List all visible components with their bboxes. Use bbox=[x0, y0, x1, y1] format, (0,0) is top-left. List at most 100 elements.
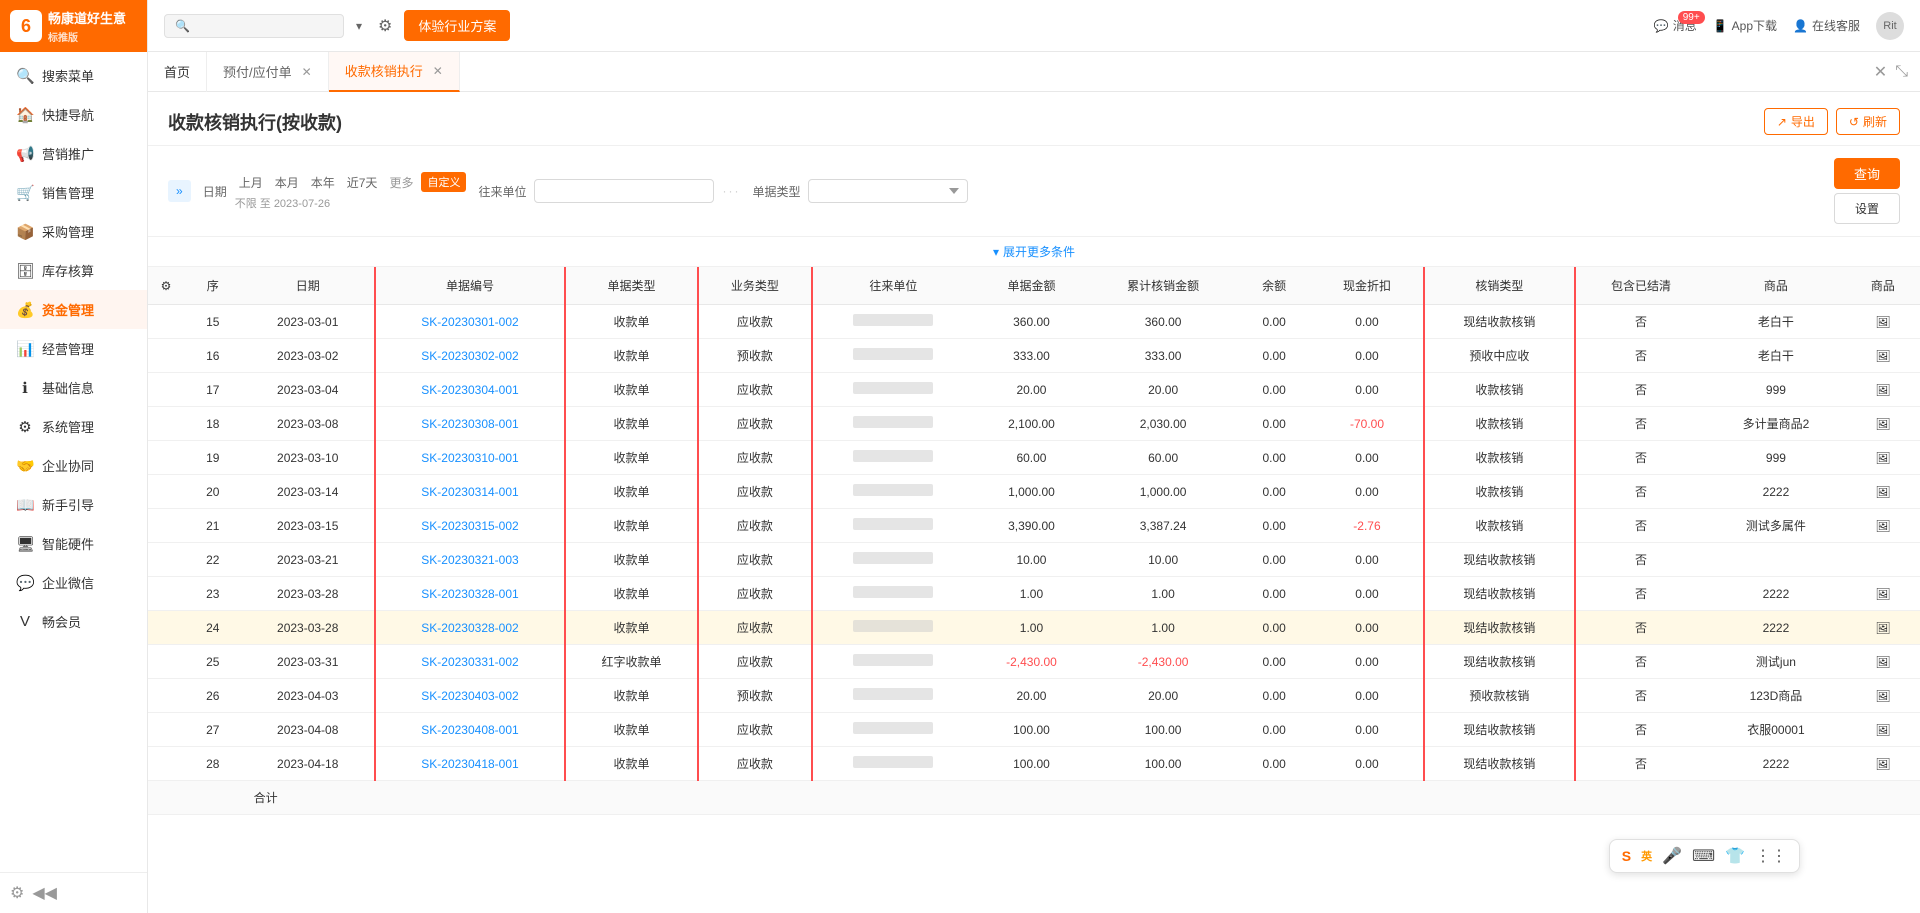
ime-shirt-icon[interactable]: 👕 bbox=[1725, 846, 1745, 866]
table-cell[interactable]: SK-20230308-001 bbox=[375, 407, 565, 441]
table-cell[interactable]: SK-20230314-001 bbox=[375, 475, 565, 509]
sidebar-item-basic[interactable]: ℹ 基础信息 bbox=[0, 368, 147, 407]
table-cell: 🖼 bbox=[1846, 373, 1920, 407]
table-cell: 0.00 bbox=[1311, 305, 1424, 339]
date-this-year[interactable]: 本年 bbox=[307, 172, 339, 193]
voucher-no-link[interactable]: SK-20230315-002 bbox=[421, 519, 518, 533]
voucher-no-link[interactable]: SK-20230308-001 bbox=[421, 417, 518, 431]
topbar-app-download[interactable]: 📱 App下载 bbox=[1713, 17, 1777, 34]
sidebar-item-guide[interactable]: 📖 新手引导 bbox=[0, 485, 147, 524]
sidebar-item-label: 经营管理 bbox=[42, 339, 94, 358]
voucher-no-link[interactable]: SK-20230304-001 bbox=[421, 383, 518, 397]
collapse-sidebar-icon[interactable]: ◀◀ bbox=[32, 883, 57, 903]
date-7days[interactable]: 近7天 bbox=[343, 172, 382, 193]
voucher-no-link[interactable]: SK-20230302-002 bbox=[421, 349, 518, 363]
voucher-no-link[interactable]: SK-20230321-003 bbox=[421, 553, 518, 567]
topbar-message[interactable]: 💬 消息 99+ bbox=[1654, 17, 1697, 34]
table-cell: 否 bbox=[1575, 577, 1706, 611]
voucher-no-link[interactable]: SK-20230301-002 bbox=[421, 315, 518, 329]
sidebar-item-member[interactable]: V 畅会员 bbox=[0, 602, 147, 641]
table-cell: 0.00 bbox=[1237, 645, 1311, 679]
voucher-no-link[interactable]: SK-20230328-001 bbox=[421, 587, 518, 601]
sidebar-item-hardware[interactable]: 🖥 智能硬件 bbox=[0, 524, 147, 563]
table-cell: 0.00 bbox=[1237, 509, 1311, 543]
sidebar-item-search[interactable]: 🔍 搜索菜单 bbox=[0, 56, 147, 95]
table-cell[interactable]: SK-20230418-001 bbox=[375, 747, 565, 781]
table-cell: 否 bbox=[1575, 679, 1706, 713]
solution-button[interactable]: 体验行业方案 bbox=[404, 10, 510, 41]
logo-subtitle: 标推版 bbox=[48, 29, 126, 44]
topbar-online-service[interactable]: 👤 在线客服 bbox=[1793, 17, 1860, 34]
table-cell: 收款单 bbox=[565, 577, 698, 611]
topbar-gear-icon[interactable]: ⚙ bbox=[378, 16, 392, 36]
table-cell: 0.00 bbox=[1311, 339, 1424, 373]
date-more[interactable]: 更多 bbox=[385, 172, 417, 193]
expand-tabs-icon[interactable]: ⤡ bbox=[1895, 63, 1908, 81]
table-cell: 2023-03-04 bbox=[242, 373, 375, 407]
voucher-no-link[interactable]: SK-20230418-001 bbox=[421, 757, 518, 771]
table-cell: 🖼 bbox=[1846, 475, 1920, 509]
filter-expand-button[interactable]: » bbox=[168, 180, 191, 202]
user-avatar[interactable]: Rit bbox=[1876, 12, 1904, 40]
voucher-type-select[interactable]: 收款单 红字收款单 bbox=[808, 179, 968, 203]
table-cell bbox=[812, 611, 974, 645]
expand-more-button[interactable]: ▾ 展开更多条件 bbox=[148, 237, 1920, 266]
table-cell[interactable]: SK-20230331-002 bbox=[375, 645, 565, 679]
tab-prepaid[interactable]: 预付/应付单 ✕ bbox=[207, 52, 329, 92]
date-last-month[interactable]: 上月 bbox=[235, 172, 267, 193]
table-cell: 2023-04-08 bbox=[242, 713, 375, 747]
sidebar-item-wechat[interactable]: 💬 企业微信 bbox=[0, 563, 147, 602]
sidebar-item-inventory[interactable]: 🗄 库存核算 bbox=[0, 251, 147, 290]
partner-filter-input[interactable] bbox=[534, 179, 714, 203]
table-cell[interactable]: SK-20230321-003 bbox=[375, 543, 565, 577]
sidebar-item-finance[interactable]: 💰 资金管理 bbox=[0, 290, 147, 329]
sidebar-item-label: 新手引导 bbox=[42, 495, 94, 514]
voucher-no-link[interactable]: SK-20230328-002 bbox=[421, 621, 518, 635]
sidebar-item-corp[interactable]: 🤝 企业协同 bbox=[0, 446, 147, 485]
sidebar-item-operation[interactable]: 📊 经营管理 bbox=[0, 329, 147, 368]
voucher-no-link[interactable]: SK-20230314-001 bbox=[421, 485, 518, 499]
table-cell[interactable]: SK-20230408-001 bbox=[375, 713, 565, 747]
topbar: 🔍 ▾ ⚙ 体验行业方案 💬 消息 99+ 📱 App下载 👤 在线客服 Rit bbox=[148, 0, 1920, 52]
voucher-no-link[interactable]: SK-20230403-002 bbox=[421, 689, 518, 703]
filter-settings-button[interactable]: 设置 bbox=[1834, 193, 1900, 224]
table-cell[interactable]: SK-20230328-002 bbox=[375, 611, 565, 645]
ime-menu-icon[interactable]: ⋮⋮ bbox=[1755, 846, 1787, 866]
col-header-gear[interactable]: ⚙ bbox=[148, 267, 184, 305]
inventory-icon: 🗄 bbox=[16, 262, 34, 280]
sidebar-item-quicknav[interactable]: 🏠 快捷导航 bbox=[0, 95, 147, 134]
voucher-no-link[interactable]: SK-20230331-002 bbox=[421, 655, 518, 669]
topbar-search[interactable]: 🔍 bbox=[164, 14, 344, 38]
close-all-icon[interactable]: ✕ bbox=[1874, 62, 1887, 82]
tab-prepaid-close-icon[interactable]: ✕ bbox=[302, 65, 312, 79]
tab-home[interactable]: 首页 bbox=[148, 52, 207, 92]
table-cell[interactable]: SK-20230302-002 bbox=[375, 339, 565, 373]
date-custom-button[interactable]: 自定义 bbox=[421, 172, 466, 192]
voucher-no-link[interactable]: SK-20230408-001 bbox=[421, 723, 518, 737]
settings-footer-icon[interactable]: ⚙ bbox=[10, 883, 24, 903]
table-cell[interactable]: SK-20230304-001 bbox=[375, 373, 565, 407]
voucher-no-link[interactable]: SK-20230310-001 bbox=[421, 451, 518, 465]
table-cell: 10.00 bbox=[974, 543, 1089, 577]
sidebar-item-marketing[interactable]: 📢 营销推广 bbox=[0, 134, 147, 173]
refresh-button[interactable]: ↺ 刷新 bbox=[1836, 108, 1900, 135]
table-cell: 20.00 bbox=[974, 679, 1089, 713]
sidebar-item-sales[interactable]: 🛒 销售管理 bbox=[0, 173, 147, 212]
table-cell[interactable]: SK-20230301-002 bbox=[375, 305, 565, 339]
sidebar-item-system[interactable]: ⚙ 系统管理 bbox=[0, 407, 147, 446]
date-this-month[interactable]: 本月 bbox=[271, 172, 303, 193]
query-button[interactable]: 查询 bbox=[1834, 158, 1900, 189]
tabbar-actions: ✕ ⤡ bbox=[1874, 62, 1920, 82]
table-cell[interactable]: SK-20230315-002 bbox=[375, 509, 565, 543]
ime-mic-icon[interactable]: 🎤 bbox=[1662, 846, 1682, 866]
table-cell[interactable]: SK-20230403-002 bbox=[375, 679, 565, 713]
tab-collection[interactable]: 收款核销执行 ✕ bbox=[329, 52, 460, 92]
export-button[interactable]: ↗ 导出 bbox=[1764, 108, 1828, 135]
topbar-dropdown[interactable]: ▾ bbox=[356, 19, 362, 33]
ime-keyboard-icon[interactable]: ⌨ bbox=[1692, 846, 1715, 866]
table-cell[interactable]: SK-20230310-001 bbox=[375, 441, 565, 475]
table-cell: 🖼 bbox=[1846, 577, 1920, 611]
sidebar-item-purchase[interactable]: 📦 采购管理 bbox=[0, 212, 147, 251]
tab-collection-close-icon[interactable]: ✕ bbox=[433, 64, 443, 78]
table-cell[interactable]: SK-20230328-001 bbox=[375, 577, 565, 611]
